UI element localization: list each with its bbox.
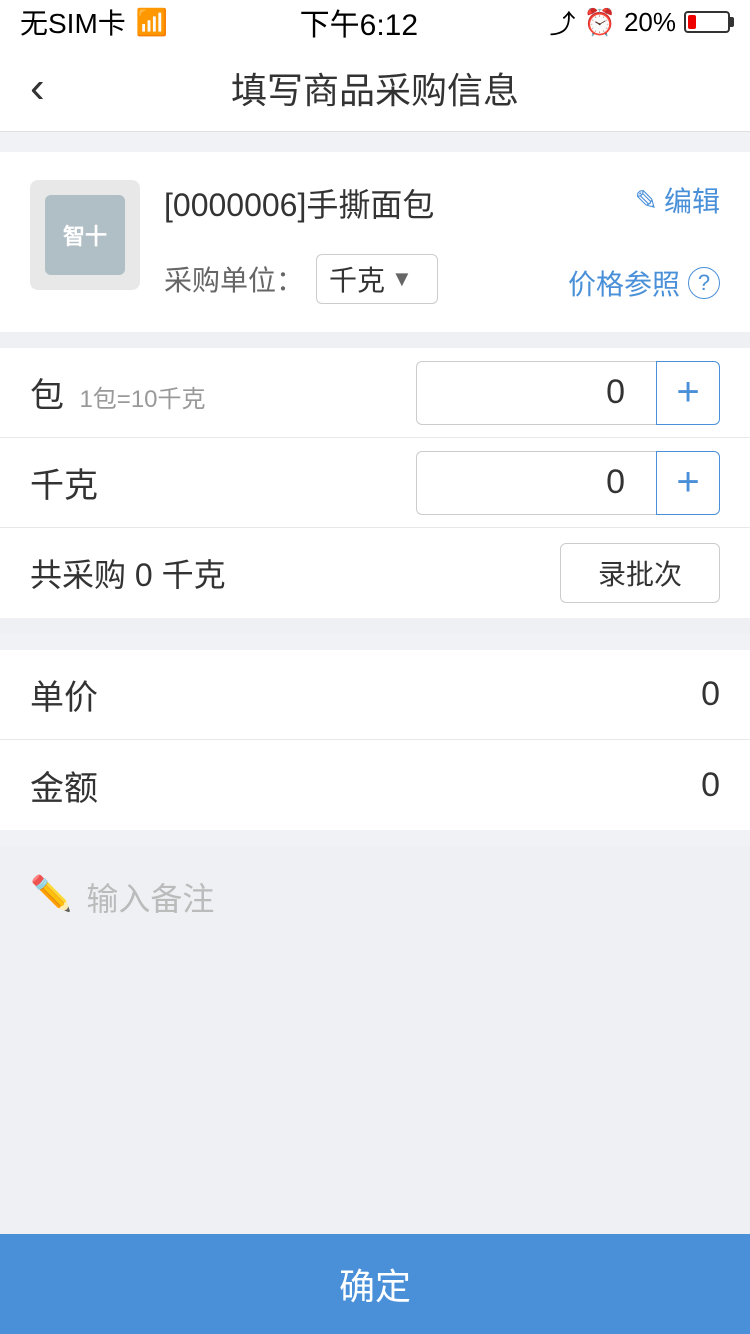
unit-select[interactable]: 千克 ▼	[316, 254, 438, 304]
dropdown-arrow-icon: ▼	[391, 266, 413, 292]
battery-icon	[684, 11, 730, 33]
edit-button[interactable]: ✎ 编辑	[635, 180, 720, 220]
bag-input-row: 包 1包=10千克 +	[0, 348, 750, 438]
kg-input-right: +	[416, 451, 720, 515]
edit-icon: ✎	[635, 184, 658, 217]
nav-bar: ‹ 填写商品采购信息	[0, 44, 750, 132]
price-reference-button[interactable]: 价格参照 ?	[568, 263, 720, 303]
unit-value: 千克	[329, 259, 385, 299]
status-time: 下午6:12	[300, 0, 418, 44]
amount-label: 金额	[30, 761, 98, 810]
batch-button[interactable]: 录批次	[560, 543, 720, 603]
wifi-icon: 📶	[136, 7, 168, 38]
info-section: 单价 0 金额 0	[0, 650, 750, 830]
product-info: [0000006]手撕面包 ✎ 编辑 采购单位： 千克 ▼ 价格参照 ?	[164, 180, 720, 304]
remarks-placeholder: 输入备注	[86, 874, 214, 920]
bag-input-right: +	[416, 361, 720, 425]
product-name: [0000006]手撕面包	[164, 180, 434, 226]
page-title: 填写商品采购信息	[231, 62, 519, 114]
input-section: 包 1包=10千克 + 千克 +	[0, 348, 750, 528]
bag-input[interactable]	[416, 361, 656, 425]
summary-row: 共采购 0 千克 录批次	[0, 528, 750, 618]
kg-plus-button[interactable]: +	[656, 451, 720, 515]
amount-value: 0	[701, 766, 720, 805]
bottom-spacer	[0, 966, 750, 1266]
confirm-button[interactable]: 确定	[0, 1234, 750, 1334]
product-card: 智十 [0000006]手撕面包 ✎ 编辑 采购单位： 千克 ▼ 价格参照 ?	[0, 152, 750, 332]
back-button[interactable]: ‹	[20, 53, 55, 123]
product-thumb-text: 智十	[45, 195, 125, 275]
alarm-icon: ⏰	[584, 7, 616, 38]
divider-1	[0, 332, 750, 348]
bag-plus-button[interactable]: +	[656, 361, 720, 425]
unit-row: 采购单位： 千克 ▼	[164, 254, 438, 304]
product-top-row: [0000006]手撕面包 ✎ 编辑	[164, 180, 720, 242]
status-right: ⤴ ⏰ 20%	[550, 4, 730, 41]
carrier-text: 无SIM卡	[20, 2, 126, 42]
status-left: 无SIM卡 📶	[20, 2, 168, 42]
kg-input-row: 千克 +	[0, 438, 750, 528]
status-bar: 无SIM卡 📶 下午6:12 ⤴ ⏰ 20%	[0, 0, 750, 44]
amount-row: 金额 0	[0, 740, 750, 830]
unit-price-value: 0	[701, 675, 720, 714]
kg-input[interactable]	[416, 451, 656, 515]
summary-text: 共采购 0 千克	[30, 550, 226, 596]
pencil-icon: ✏️	[30, 874, 72, 914]
location-icon: ⤴	[550, 4, 576, 41]
kg-label: 千克	[30, 458, 98, 507]
bag-label: 包 1包=10千克	[30, 368, 206, 417]
divider-2	[0, 618, 750, 634]
battery-percent: 20%	[624, 7, 676, 38]
unit-price-label: 单价	[30, 670, 98, 719]
remarks-section[interactable]: ✏️ 输入备注	[0, 846, 750, 966]
unit-price-row: 单价 0	[0, 650, 750, 740]
help-icon: ?	[688, 267, 720, 299]
unit-label: 采购单位：	[164, 259, 304, 299]
product-bottom-row: 采购单位： 千克 ▼ 价格参照 ?	[164, 254, 720, 304]
product-thumbnail: 智十	[30, 180, 140, 290]
bag-sub-label: 1包=10千克	[79, 386, 205, 413]
confirm-label: 确定	[339, 1258, 411, 1310]
